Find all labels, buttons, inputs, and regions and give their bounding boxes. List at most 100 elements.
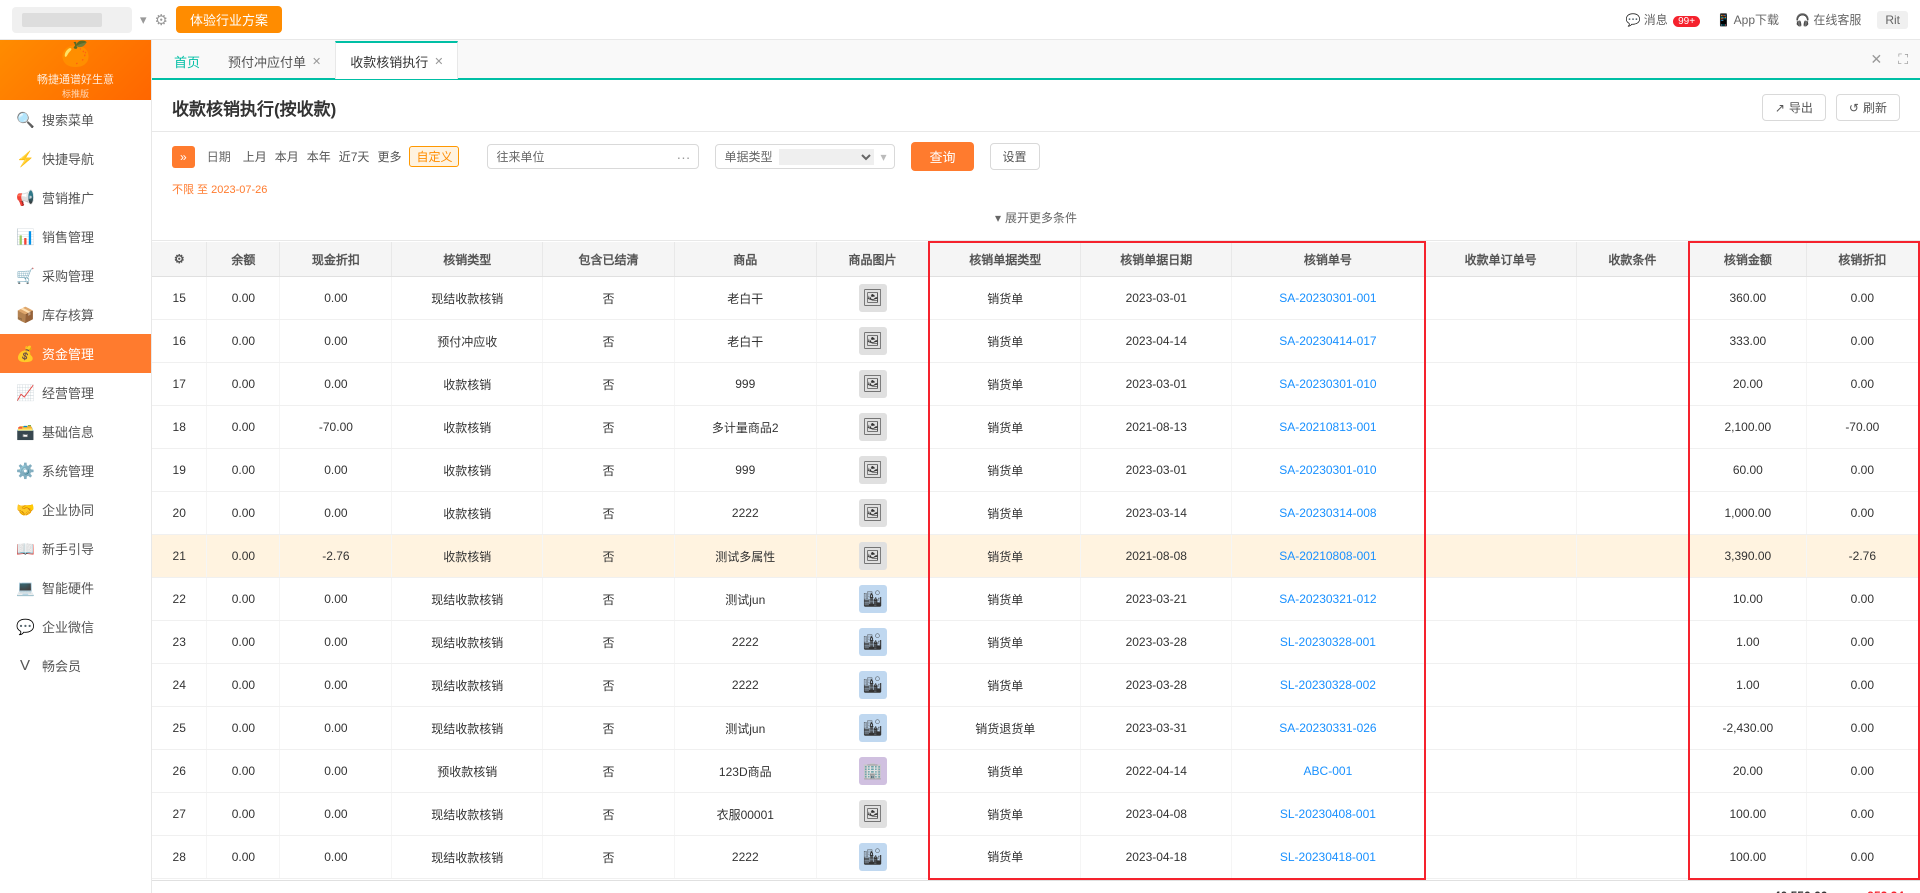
cell-balance: 0.00 [207, 406, 280, 449]
cell-cancel-doc-date: 2023-03-28 [1081, 664, 1232, 707]
partner-dots[interactable]: ··· [676, 149, 690, 165]
sidebar-item-6[interactable]: 💰 资金管理 [0, 334, 151, 373]
table-footer: 40,556,66... 952.24 [152, 880, 1920, 893]
sidebar-label-4: 采购管理 [42, 266, 94, 285]
col-header-cancel-discount: 核销折扣 [1806, 242, 1919, 277]
prepay-tab-close[interactable]: ✕ [312, 55, 321, 68]
cell-cancel-doc-date: 2022-04-14 [1081, 750, 1232, 793]
filter-row-1: » 日期 上月 本月 本年 近7天 更多 自定义 往来单位 [172, 142, 1900, 171]
date-this-month[interactable]: 本月 [275, 148, 299, 165]
cell-cash-discount: 0.00 [280, 707, 392, 750]
company-selector[interactable] [12, 7, 132, 33]
doc-no-link[interactable]: SA-20230321-012 [1279, 592, 1376, 606]
col-header-product: 商品 [674, 242, 816, 277]
doc-no-link[interactable]: SA-20230301-010 [1279, 463, 1376, 477]
doc-no-link[interactable]: SA-20210808-001 [1279, 549, 1376, 563]
app-download-link[interactable]: 📱 App下载 [1716, 11, 1779, 28]
sidebar-item-5[interactable]: 📦 库存核算 [0, 295, 151, 334]
doc-no-link[interactable]: SA-20210813-001 [1279, 420, 1376, 434]
sidebar-item-9[interactable]: ⚙️ 系统管理 [0, 451, 151, 490]
cell-receipt-condition [1576, 836, 1689, 879]
sidebar-item-3[interactable]: 📊 销售管理 [0, 217, 151, 256]
doc-no-link[interactable]: SA-20230314-008 [1279, 506, 1376, 520]
data-table: ⚙ 余额 现金折扣 核销类型 包含已结清 商品 商品图片 核销单据类型 核销单据… [152, 241, 1920, 880]
doc-no-link[interactable]: SL-20230328-002 [1280, 678, 1376, 692]
doc-no-link[interactable]: SA-20230301-010 [1279, 377, 1376, 391]
cell-seq: 19 [152, 449, 207, 492]
tab-prepay[interactable]: 预付冲应付单 ✕ [214, 41, 335, 79]
table-row: 22 0.00 0.00 现结收款核销 否 测试jun 🏙 销货单 2023-0… [152, 578, 1919, 621]
sidebar-item-11[interactable]: 📖 新手引导 [0, 529, 151, 568]
receipt-tab-close[interactable]: ✕ [434, 55, 443, 68]
doc-no-link[interactable]: SL-20230328-001 [1280, 635, 1376, 649]
partner-input[interactable] [550, 150, 670, 164]
cell-balance: 0.00 [207, 793, 280, 836]
online-service-link[interactable]: 🎧 在线客服 [1795, 11, 1861, 28]
col-header-cancel-doc-type: 核销单据类型 [929, 242, 1081, 277]
sidebar-item-12[interactable]: 💻 智能硬件 [0, 568, 151, 607]
cell-seq: 17 [152, 363, 207, 406]
cell-receipt-condition [1576, 535, 1689, 578]
doc-no-link[interactable]: ABC-001 [1304, 764, 1353, 778]
sidebar-item-7[interactable]: 📈 经营管理 [0, 373, 151, 412]
doc-type-select[interactable] [779, 149, 875, 165]
refresh-icon: ↺ [1849, 101, 1859, 115]
cell-cancel-discount: 0.00 [1806, 449, 1919, 492]
date-7days[interactable]: 近7天 [339, 148, 370, 165]
cell-seq: 21 [152, 535, 207, 578]
logo-tag: 标推版 [62, 87, 89, 100]
cell-receipt-condition [1576, 363, 1689, 406]
sidebar-item-0[interactable]: 🔍 搜索菜单 [0, 100, 151, 139]
cell-balance: 0.00 [207, 664, 280, 707]
sidebar-item-2[interactable]: 📢 营销推广 [0, 178, 151, 217]
settings-gear-icon[interactable]: ⚙ [155, 11, 168, 29]
query-button[interactable]: 查询 [911, 142, 973, 171]
cell-cancel-doc-no: SL-20230328-001 [1232, 621, 1425, 664]
cell-receipt-order [1425, 277, 1577, 320]
cell-receipt-condition [1576, 707, 1689, 750]
expand-more-button[interactable]: ▾ 展开更多条件 [172, 205, 1900, 230]
solution-button[interactable]: 体验行业方案 [176, 6, 282, 33]
table-row: 20 0.00 0.00 收款核销 否 2222 🖼 销货单 2023-03-1… [152, 492, 1919, 535]
cell-product: 多计量商品2 [674, 406, 816, 449]
tab-receipt-cancel[interactable]: 收款核销执行 ✕ [335, 41, 458, 79]
doc-no-link[interactable]: SA-20230414-017 [1279, 334, 1376, 348]
company-dropdown-icon[interactable]: ▾ [140, 12, 147, 28]
tab-home[interactable]: 首页 [160, 41, 214, 79]
cell-cancel-amount: 100.00 [1689, 836, 1806, 879]
sidebar-item-1[interactable]: ⚡ 快捷导航 [0, 139, 151, 178]
date-this-year[interactable]: 本年 [307, 148, 331, 165]
date-filter-label: 日期 [207, 148, 231, 165]
messages-link[interactable]: 💬 消息 99+ [1625, 11, 1700, 28]
sidebar-item-4[interactable]: 🛒 采购管理 [0, 256, 151, 295]
doc-no-link[interactable]: SL-20230418-001 [1280, 850, 1376, 864]
cell-receipt-order [1425, 320, 1577, 363]
table-row: 28 0.00 0.00 现结收款核销 否 2222 🏙 销货单 2023-04… [152, 836, 1919, 879]
refresh-button[interactable]: ↺ 刷新 [1836, 94, 1900, 121]
prepay-tab-label: 预付冲应付单 [228, 52, 306, 71]
doc-no-link[interactable]: SA-20230331-026 [1279, 721, 1376, 735]
sidebar-item-14[interactable]: V 畅会员 [0, 646, 151, 685]
cell-cancel-discount: 0.00 [1806, 750, 1919, 793]
doc-no-link[interactable]: SA-20230301-001 [1279, 291, 1376, 305]
tab-expand-icon[interactable]: ⛶ [1894, 47, 1912, 72]
filter-expand-button[interactable]: » [172, 146, 195, 168]
tab-close-all-icon[interactable]: ✕ [1866, 47, 1886, 72]
doc-no-link[interactable]: SL-20230408-001 [1280, 807, 1376, 821]
date-custom[interactable]: 自定义 [409, 146, 459, 167]
sidebar-item-10[interactable]: 🤝 企业协同 [0, 490, 151, 529]
cell-product-img: 🖼 [816, 277, 929, 320]
date-last-month[interactable]: 上月 [243, 148, 267, 165]
sidebar-label-8: 基础信息 [42, 422, 94, 441]
cell-receipt-order [1425, 664, 1577, 707]
cell-seq: 28 [152, 836, 207, 879]
cell-cancel-amount: 60.00 [1689, 449, 1806, 492]
export-button[interactable]: ↗ 导出 [1762, 94, 1826, 121]
settings-button[interactable]: 设置 [990, 143, 1040, 170]
cell-product: 2222 [674, 664, 816, 707]
sidebar-item-8[interactable]: 🗃️ 基础信息 [0, 412, 151, 451]
sidebar-item-13[interactable]: 💬 企业微信 [0, 607, 151, 646]
cell-include-settled: 否 [543, 363, 674, 406]
date-more[interactable]: 更多 [377, 148, 401, 165]
cell-seq: 25 [152, 707, 207, 750]
